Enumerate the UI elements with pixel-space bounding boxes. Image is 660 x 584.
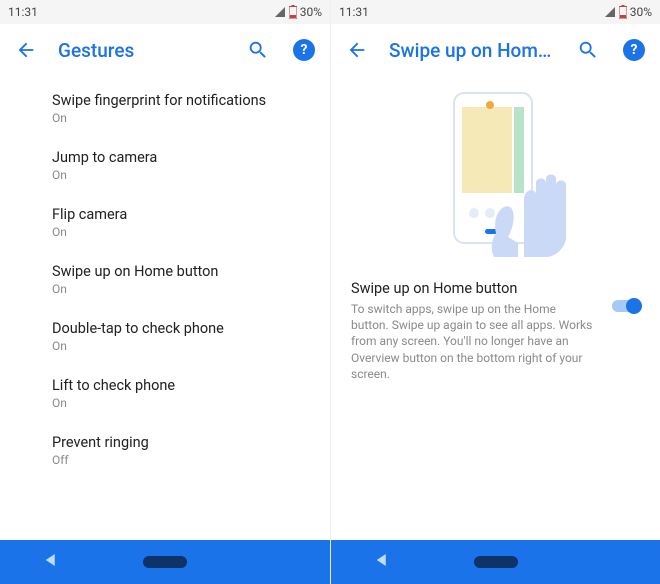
app-bar: Gestures ? <box>0 24 330 76</box>
nav-bar <box>0 540 330 584</box>
status-bar: 11:31 30% <box>0 0 330 24</box>
help-button[interactable]: ? <box>620 36 648 64</box>
search-button[interactable] <box>574 36 602 64</box>
battery-icon <box>619 5 627 19</box>
screen-gestures: 11:31 30% Gestures ? Swipe fingerprint f… <box>0 0 330 584</box>
item-jump-to-camera[interactable]: Jump to camera On <box>0 137 330 194</box>
phone-hand-illustration <box>406 87 586 257</box>
detail-title: Swipe up on Home button <box>351 280 594 297</box>
item-title: Swipe fingerprint for notifications <box>52 92 310 109</box>
help-icon: ? <box>293 39 315 61</box>
detail-description: To switch apps, swipe up on the Home but… <box>351 301 594 382</box>
spacer <box>331 382 660 540</box>
item-double-tap-check[interactable]: Double-tap to check phone On <box>0 308 330 365</box>
signal-icon <box>604 6 616 18</box>
nav-back-button[interactable] <box>373 551 391 573</box>
nav-bar <box>331 540 660 584</box>
item-title: Double-tap to check phone <box>52 320 310 337</box>
nav-back-button[interactable] <box>42 551 60 573</box>
toggle-swipe-up-home[interactable] <box>610 298 642 314</box>
item-title: Prevent ringing <box>52 434 310 451</box>
item-sub: On <box>52 339 310 353</box>
back-button[interactable] <box>343 36 371 64</box>
page-title: Gestures <box>58 39 226 62</box>
detail-text: Swipe up on Home button To switch apps, … <box>351 280 598 382</box>
nav-home-pill[interactable] <box>143 556 187 568</box>
item-sub: On <box>52 168 310 182</box>
back-button[interactable] <box>12 36 40 64</box>
status-battery-pct: 30% <box>630 5 652 19</box>
search-button[interactable] <box>244 36 272 64</box>
status-time: 11:31 <box>339 5 369 19</box>
switch-thumb <box>626 298 642 314</box>
item-sub: On <box>52 396 310 410</box>
detail-toggle-row: Swipe up on Home button To switch apps, … <box>331 272 660 382</box>
status-right: 30% <box>274 5 322 19</box>
battery-icon <box>289 5 297 19</box>
item-swipe-fingerprint[interactable]: Swipe fingerprint for notifications On <box>0 80 330 137</box>
status-time: 11:31 <box>8 5 38 19</box>
nav-home-pill[interactable] <box>474 556 518 568</box>
settings-list: Swipe fingerprint for notifications On J… <box>0 76 330 540</box>
item-sub: On <box>52 225 310 239</box>
item-flip-camera[interactable]: Flip camera On <box>0 194 330 251</box>
item-swipe-up-home[interactable]: Swipe up on Home button On <box>0 251 330 308</box>
app-bar: Swipe up on Home butt… ? <box>331 24 660 76</box>
item-sub: On <box>52 282 310 296</box>
page-title: Swipe up on Home butt… <box>389 39 556 62</box>
item-title: Flip camera <box>52 206 310 223</box>
status-bar: 11:31 30% <box>331 0 660 24</box>
item-title: Lift to check phone <box>52 377 310 394</box>
status-battery-pct: 30% <box>300 5 322 19</box>
screen-swipe-up-detail: 11:31 30% Swipe up on Home butt… ? <box>330 0 660 584</box>
item-title: Jump to camera <box>52 149 310 166</box>
help-button[interactable]: ? <box>290 36 318 64</box>
item-prevent-ringing[interactable]: Prevent ringing Off <box>0 422 330 479</box>
item-sub: On <box>52 111 310 125</box>
status-right: 30% <box>604 5 652 19</box>
illustration <box>331 82 660 262</box>
item-title: Swipe up on Home button <box>52 263 310 280</box>
item-lift-to-check[interactable]: Lift to check phone On <box>0 365 330 422</box>
signal-icon <box>274 6 286 18</box>
item-sub: Off <box>52 453 310 467</box>
help-icon: ? <box>623 39 645 61</box>
